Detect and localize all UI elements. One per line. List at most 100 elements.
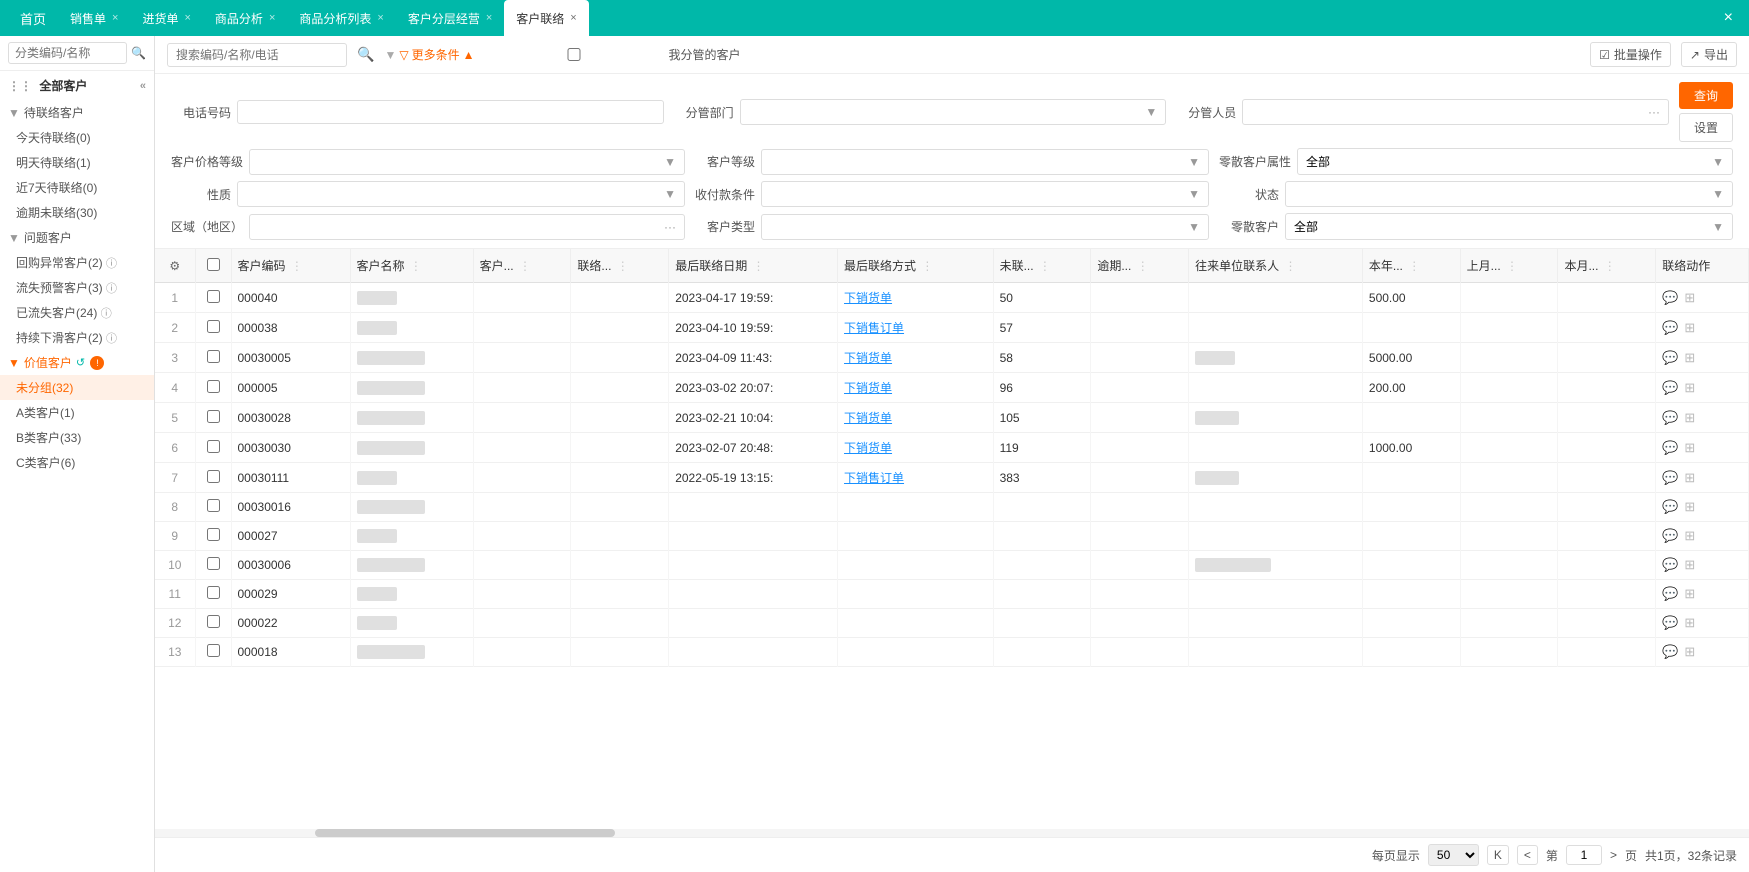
more-conditions-btn[interactable]: ▼ ▽ 更多条件 ▲ [384,46,474,63]
col-settings[interactable]: ⚙ [155,249,195,283]
last-method-link[interactable]: 下销货单 [844,411,892,425]
action-grid-icon[interactable]: ⊞ [1684,440,1695,456]
customer-level-select[interactable]: ▼ [761,149,1209,175]
last-method-link[interactable]: 下销货单 [844,381,892,395]
action-grid-icon[interactable]: ⊞ [1684,350,1695,366]
cell-checkbox[interactable] [195,522,231,551]
row-checkbox-1[interactable] [207,320,220,333]
sidebar-item-today[interactable]: 今天待联络(0) [0,125,154,150]
row-checkbox-7[interactable] [207,499,220,512]
all-customers-section[interactable]: ⋮⋮ 全部客户 « [0,71,154,100]
cell-last-method[interactable]: 下销售订单 [838,313,994,343]
cell-checkbox[interactable] [195,638,231,667]
sidebar-item-a-class[interactable]: A类客户(1) [0,400,154,425]
dept-select[interactable]: ▼ [740,99,1167,125]
manager-select[interactable]: ··· [1242,99,1669,125]
sidebar-search-icon[interactable]: 🔍 [131,46,146,60]
my-customers-checkbox[interactable]: 我分管的客户 [484,46,740,63]
select-all-checkbox[interactable] [207,258,220,271]
action-comment-icon[interactable]: 💬 [1662,470,1678,486]
col-resize-code[interactable]: ⋮ [291,259,303,273]
cell-checkbox[interactable] [195,343,231,373]
current-page-input[interactable] [1566,845,1602,865]
action-comment-icon[interactable]: 💬 [1662,350,1678,366]
col-resize-thisyear[interactable]: ⋮ [1408,259,1420,273]
action-grid-icon[interactable]: ⊞ [1684,557,1695,573]
sidebar-value-group[interactable]: ▼ 价值客户 ↺ ! [0,350,154,375]
cell-checkbox[interactable] [195,433,231,463]
col-resize-ctype[interactable]: ⋮ [519,259,531,273]
region-select[interactable]: ··· [249,214,685,240]
last-method-link[interactable]: 下销货单 [844,351,892,365]
sidebar-item-abnormal[interactable]: 回购异常客户(2) ⓘ [0,250,154,275]
sidebar-item-declining[interactable]: 持续下滑客户(2) ⓘ [0,325,154,350]
cell-checkbox[interactable] [195,373,231,403]
payment-select[interactable]: ▼ [761,181,1209,207]
scrollbar-thumb[interactable] [315,829,615,837]
action-comment-icon[interactable]: 💬 [1662,615,1678,631]
action-grid-icon[interactable]: ⊞ [1684,615,1695,631]
sidebar-item-ungroup[interactable]: 未分组(32) [0,375,154,400]
cell-last-method[interactable]: 下销货单 [838,343,994,373]
action-comment-icon[interactable]: 💬 [1662,440,1678,456]
row-checkbox-2[interactable] [207,350,220,363]
close-tab-customer-contact[interactable]: × [570,12,576,24]
col-resize-lastdate[interactable]: ⋮ [753,259,765,273]
action-comment-icon[interactable]: 💬 [1662,410,1678,426]
row-checkbox-9[interactable] [207,557,220,570]
sidebar-item-7days[interactable]: 近7天待联络(0) [0,175,154,200]
row-checkbox-5[interactable] [207,440,220,453]
cell-last-method[interactable]: 下销售订单 [838,463,994,493]
cell-checkbox[interactable] [195,580,231,609]
close-tab-sales[interactable]: × [112,12,118,24]
cell-last-method[interactable]: 下销货单 [838,433,994,463]
nav-tab-analysis[interactable]: 商品分析 × [203,0,287,36]
cell-checkbox[interactable] [195,403,231,433]
first-page-button[interactable]: K [1487,845,1509,865]
row-checkbox-6[interactable] [207,470,220,483]
prev-page-button[interactable]: < [1517,845,1538,865]
action-grid-icon[interactable]: ⊞ [1684,528,1695,544]
action-grid-icon[interactable]: ⊞ [1684,380,1695,396]
horizontal-scrollbar[interactable] [155,829,1749,837]
sidebar-collapse-icon[interactable]: « [140,80,146,92]
last-method-link[interactable]: 下销货单 [844,441,892,455]
close-tab-analysis[interactable]: × [269,12,275,24]
last-method-link[interactable]: 下销售订单 [844,321,904,335]
action-comment-icon[interactable]: 💬 [1662,644,1678,660]
close-tab-analysis-list[interactable]: × [377,12,383,24]
cell-checkbox[interactable] [195,463,231,493]
cell-last-method[interactable]: 下销货单 [838,373,994,403]
window-close-button[interactable]: × [1716,9,1741,27]
action-comment-icon[interactable]: 💬 [1662,320,1678,336]
category-search-input[interactable] [8,42,127,64]
cell-checkbox[interactable] [195,609,231,638]
cell-checkbox[interactable] [195,493,231,522]
nature-select[interactable]: ▼ [237,181,685,207]
nav-tab-sales[interactable]: 销售单 × [58,0,130,36]
action-grid-icon[interactable]: ⊞ [1684,320,1695,336]
price-level-select[interactable]: ▼ [249,149,685,175]
action-comment-icon[interactable]: 💬 [1662,528,1678,544]
nav-tab-customer-contact[interactable]: 客户联络 × [504,0,588,36]
cell-checkbox[interactable] [195,551,231,580]
search-input[interactable] [167,43,347,67]
action-grid-icon[interactable]: ⊞ [1684,586,1695,602]
col-resize-contact[interactable]: ⋮ [617,259,629,273]
action-grid-icon[interactable]: ⊞ [1684,470,1695,486]
phone-input[interactable] [237,100,664,124]
sidebar-item-churn-warning[interactable]: 流失预警客户(3) ⓘ [0,275,154,300]
action-grid-icon[interactable]: ⊞ [1684,290,1695,306]
action-comment-icon[interactable]: 💬 [1662,586,1678,602]
my-customers-check[interactable] [484,48,664,61]
cell-last-method[interactable]: 下销货单 [838,403,994,433]
row-checkbox-4[interactable] [207,410,220,423]
col-resize-thismonth[interactable]: ⋮ [1604,259,1616,273]
col-resize-lastmethod[interactable]: ⋮ [921,259,933,273]
batch-ops-button[interactable]: ☑ 批量操作 [1590,42,1671,67]
row-checkbox-12[interactable] [207,644,220,657]
nav-home[interactable]: 首页 [8,9,58,28]
query-button[interactable]: 查询 [1679,82,1733,109]
row-checkbox-10[interactable] [207,586,220,599]
col-resize-name[interactable]: ⋮ [410,259,422,273]
